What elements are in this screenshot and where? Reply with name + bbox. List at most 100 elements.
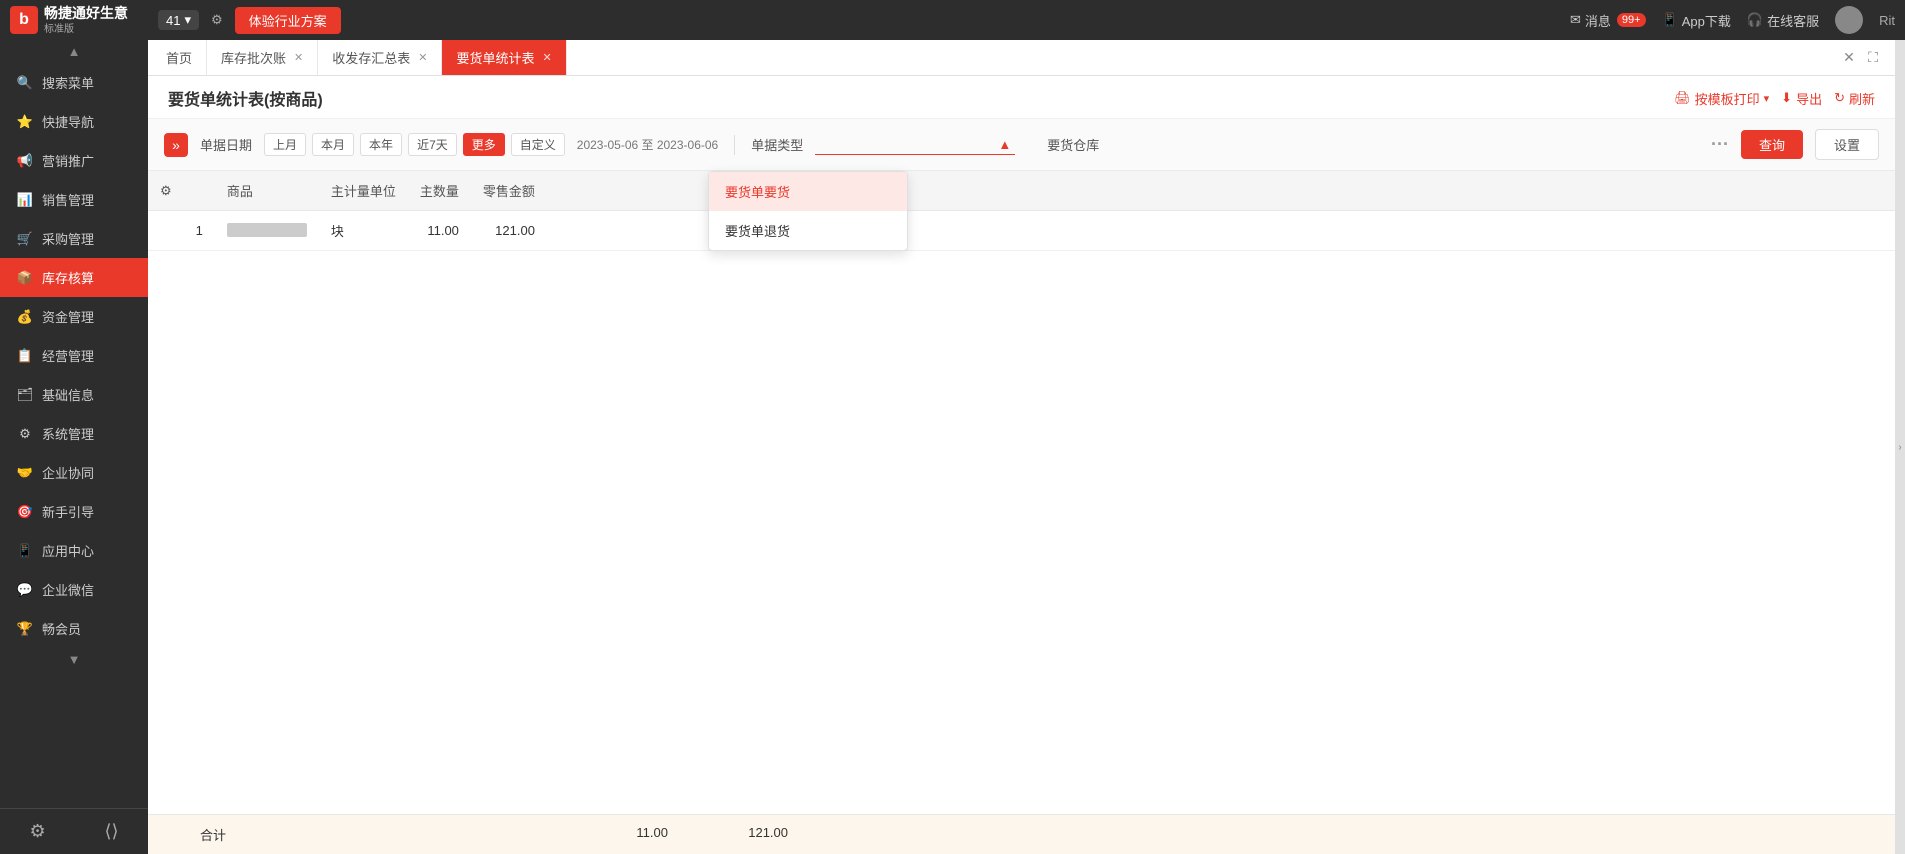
row-qty: 11.00: [408, 211, 471, 251]
messages-badge: 99+: [1617, 13, 1646, 27]
col-header-amount: 零售金额: [471, 171, 547, 211]
phone-icon: 📱: [1662, 12, 1678, 28]
type-input-wrapper: ▲: [815, 135, 1015, 155]
sidebar-item-search[interactable]: 🔍 搜索菜单: [0, 63, 148, 102]
date-prev-month-btn[interactable]: 上月: [264, 133, 306, 156]
tab-inventory-batch-label: 库存批次账: [221, 48, 286, 67]
online-service-btn[interactable]: 🎧 在线客服: [1747, 11, 1819, 30]
target-icon: 🎯: [16, 503, 34, 521]
type-input[interactable]: [815, 135, 1015, 155]
sidebar-item-member[interactable]: 🏆 畅会员: [0, 609, 148, 648]
dropdown-order-label: 要货单要货: [725, 185, 790, 200]
tab-home[interactable]: 首页: [152, 40, 207, 75]
tab-order-stats-close[interactable]: ✕: [543, 51, 552, 64]
industry-btn[interactable]: 体验行业方案: [235, 7, 341, 34]
sidebar-item-purchase[interactable]: 🛒 采购管理: [0, 219, 148, 258]
sidebar-collapse-btn[interactable]: ⟨⟩: [101, 817, 123, 846]
tab-home-label: 首页: [166, 48, 192, 67]
print-template-btn[interactable]: 🖨 按模板打印 ▾: [1674, 89, 1769, 108]
refresh-icon: ↻: [1834, 90, 1845, 106]
data-table: ⚙ 商品 主计量单位 主数量 零售金额 1: [148, 171, 1895, 251]
logo-icon: b: [10, 6, 38, 34]
online-service-label: 在线客服: [1767, 11, 1819, 30]
sidebar-item-inventory[interactable]: 📦 库存核算: [0, 258, 148, 297]
sidebar-item-wechat[interactable]: 💬 企业微信: [0, 570, 148, 609]
store-selector[interactable]: 41 ▾: [158, 10, 199, 30]
filter-expand-btn[interactable]: »: [164, 133, 188, 157]
settings-icon: ⚙: [16, 425, 34, 443]
sidebar: ▲ 🔍 搜索菜单 ⭐ 快捷导航 📢 营销推广 📊 销售管理 🛒 采购管理 📦 库…: [0, 40, 148, 854]
logo-area: b 畅捷通好生意 标准版: [10, 4, 158, 35]
print-template-label: 按模板打印: [1695, 89, 1760, 108]
sidebar-label-member: 畅会员: [42, 619, 81, 638]
sidebar-item-system[interactable]: ⚙ 系统管理: [0, 414, 148, 453]
footer-total-label: 合计: [200, 828, 226, 843]
refresh-label: 刷新: [1849, 89, 1875, 108]
tab-end-buttons: ✕ ⛶: [1839, 48, 1891, 68]
sidebar-item-coop[interactable]: 🤝 企业协同: [0, 453, 148, 492]
sidebar-item-operation[interactable]: 📋 经营管理: [0, 336, 148, 375]
sidebar-item-appcenter[interactable]: 📱 应用中心: [0, 531, 148, 570]
tab-inventory-batch-close[interactable]: ✕: [294, 51, 303, 64]
tab-recv-summary-close[interactable]: ✕: [418, 51, 427, 64]
avatar[interactable]: [1835, 6, 1863, 34]
page-title: 要货单统计表(按商品): [168, 86, 323, 110]
tab-order-stats[interactable]: 要货单统计表 ✕: [442, 40, 566, 75]
tab-recv-summary[interactable]: 收发存汇总表 ✕: [318, 40, 442, 75]
dropdown-item-order[interactable]: 要货单要货: [709, 172, 907, 211]
date-more-btn[interactable]: 更多: [463, 133, 505, 156]
printer-icon: 🖨: [1674, 90, 1691, 106]
page-inner: 要货单统计表(按商品) 🖨 按模板打印 ▾ ⬇ 导出 ↻ 刷新: [148, 76, 1895, 854]
tab-close-all-btn[interactable]: ✕: [1839, 48, 1859, 68]
chart-icon: 📊: [16, 191, 34, 209]
sidebar-label-system: 系统管理: [42, 424, 94, 443]
sidebar-item-basic[interactable]: 🗂 基础信息: [0, 375, 148, 414]
date-curr-year-btn[interactable]: 本年: [360, 133, 402, 156]
sidebar-label-operation: 经营管理: [42, 346, 94, 365]
sidebar-item-finance[interactable]: 💰 资金管理: [0, 297, 148, 336]
sidebar-settings-btn[interactable]: ⚙: [25, 817, 49, 846]
date-7days-btn[interactable]: 近7天: [408, 133, 457, 156]
sidebar-label-marketing: 营销推广: [42, 151, 94, 170]
sidebar-scroll-up[interactable]: ▲: [0, 40, 148, 63]
date-curr-month-btn[interactable]: 本月: [312, 133, 354, 156]
tab-inventory-batch[interactable]: 库存批次账 ✕: [207, 40, 318, 75]
right-collapse-bar[interactable]: ›: [1895, 40, 1905, 854]
footer-amount: 121.00: [680, 825, 800, 844]
messages-label: 消息: [1585, 11, 1611, 30]
type-dropdown-arrow[interactable]: ▲: [998, 137, 1011, 152]
sidebar-item-guide[interactable]: 🎯 新手引导: [0, 492, 148, 531]
headset-icon: 🎧: [1747, 12, 1763, 28]
filter-more-btn[interactable]: ···: [1711, 134, 1729, 155]
export-btn[interactable]: ⬇ 导出: [1781, 89, 1822, 108]
query-btn[interactable]: 查询: [1741, 130, 1803, 159]
col-header-product: 商品: [215, 171, 319, 211]
row-product: [215, 211, 319, 251]
tab-bar: 首页 库存批次账 ✕ 收发存汇总表 ✕ 要货单统计表 ✕ ✕ ⛶: [148, 40, 1895, 76]
refresh-btn[interactable]: ↻ 刷新: [1834, 89, 1875, 108]
table-footer: 合计 11.00 121.00: [148, 814, 1895, 854]
tab-expand-btn[interactable]: ⛶: [1863, 48, 1883, 68]
filter-divider-1: [734, 135, 735, 155]
settings-filter-btn[interactable]: 设置: [1815, 129, 1879, 160]
messages-btn[interactable]: ✉ 消息 99+: [1570, 11, 1646, 30]
money-icon: 💰: [16, 308, 34, 326]
page-actions: 🖨 按模板打印 ▾ ⬇ 导出 ↻ 刷新: [1674, 89, 1875, 108]
sidebar-item-quicknav[interactable]: ⭐ 快捷导航: [0, 102, 148, 141]
sidebar-item-marketing[interactable]: 📢 营销推广: [0, 141, 148, 180]
table-row: 1 块 11.00 121.00: [148, 211, 1895, 251]
col-header-settings[interactable]: ⚙: [148, 171, 184, 211]
sidebar-scroll-down[interactable]: ▼: [0, 648, 148, 671]
right-collapse-icon: ›: [1898, 442, 1901, 453]
dropdown-item-return[interactable]: 要货单退货: [709, 211, 907, 250]
export-label: 导出: [1796, 89, 1822, 108]
date-range: 2023-05-06 至 2023-06-06: [577, 136, 718, 153]
date-custom-btn[interactable]: 自定义: [511, 133, 565, 156]
gear-icon[interactable]: ⚙: [211, 12, 223, 28]
sidebar-label-search: 搜索菜单: [42, 73, 94, 92]
top-header: b 畅捷通好生意 标准版 41 ▾ ⚙ 体验行业方案 ✉ 消息 99+ 📱 Ap…: [0, 0, 1905, 40]
sidebar-label-purchase: 采购管理: [42, 229, 94, 248]
app-download-btn[interactable]: 📱 App下载: [1662, 11, 1731, 30]
app-download-label: App下载: [1682, 11, 1731, 30]
sidebar-item-sales[interactable]: 📊 销售管理: [0, 180, 148, 219]
